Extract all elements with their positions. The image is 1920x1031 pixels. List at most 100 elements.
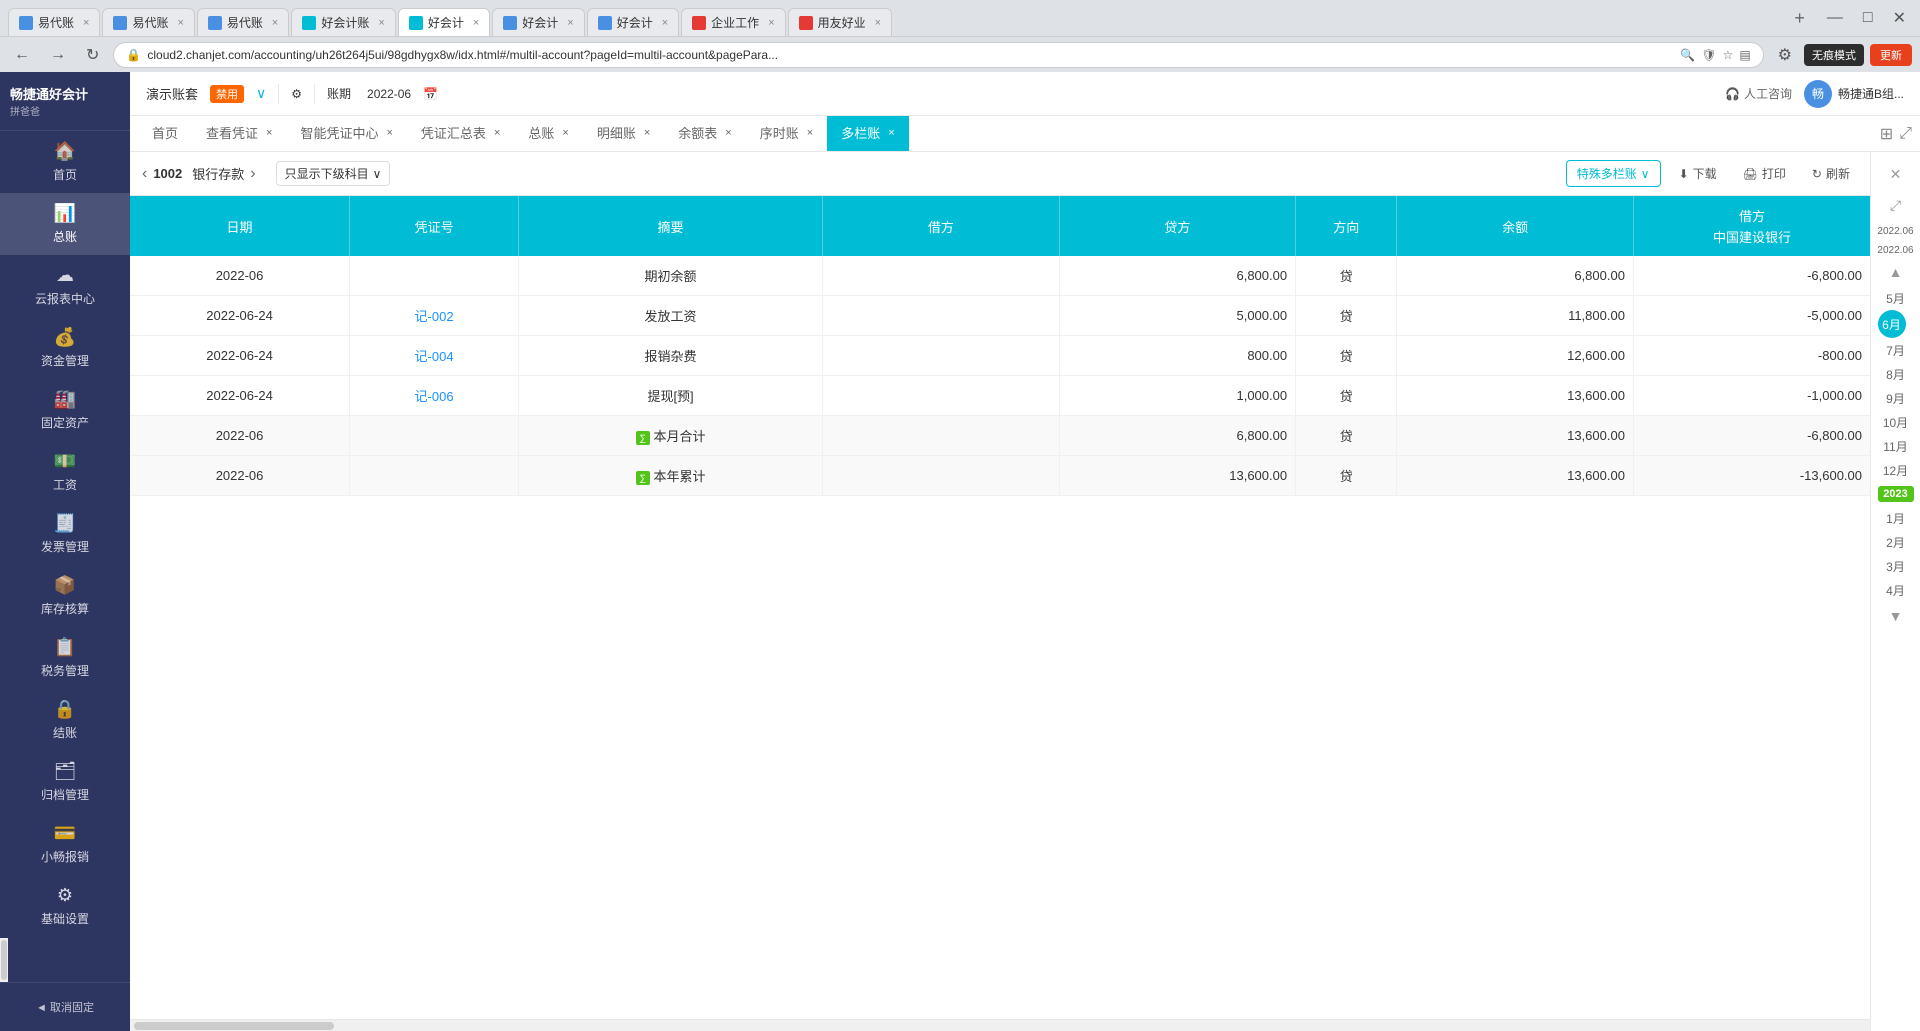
sidebar-item-expense[interactable]: 💳小畅报销 bbox=[0, 813, 130, 875]
month-item-5月[interactable]: 5月 bbox=[1878, 286, 1914, 310]
nav-tab-voucher[interactable]: 查看凭证× bbox=[192, 116, 286, 152]
print-button[interactable]: 🖨 打印 bbox=[1735, 161, 1794, 186]
month-item-12月[interactable]: 12月 bbox=[1878, 458, 1914, 482]
scroll-down-button[interactable]: ▼ bbox=[1885, 604, 1907, 628]
maximize-button[interactable]: □ bbox=[1857, 6, 1879, 30]
browser-tab-t2[interactable]: 易代账× bbox=[102, 8, 194, 36]
nav-tab-multi-ledger[interactable]: 多栏账× bbox=[827, 116, 908, 152]
month-item-2023-4月[interactable]: 4月 bbox=[1878, 578, 1914, 602]
download-button[interactable]: ⬇ 下载 bbox=[1671, 161, 1725, 186]
sub-account-filter[interactable]: 只显示下级科目 ∨ bbox=[276, 161, 391, 186]
nav-tab-home[interactable]: 首页 bbox=[138, 116, 192, 152]
month-item-2023-1月[interactable]: 1月 bbox=[1878, 506, 1914, 530]
settings-toolbar-item[interactable]: ⚙ bbox=[291, 87, 302, 101]
tab-close-t6[interactable]: × bbox=[567, 17, 573, 29]
month-item-8月[interactable]: 8月 bbox=[1878, 362, 1914, 386]
tab-close-t1[interactable]: × bbox=[83, 17, 89, 29]
new-tab-button[interactable]: + bbox=[1786, 8, 1813, 29]
sidebar-scrollbar[interactable] bbox=[0, 938, 8, 982]
nav-tab-close-balance[interactable]: × bbox=[725, 127, 731, 139]
tab-close-t3[interactable]: × bbox=[272, 17, 278, 29]
sidebar-item-guide[interactable]: 🎯新手引导 bbox=[0, 937, 130, 938]
address-bar[interactable]: 🔒 cloud2.chanjet.com/accounting/uh26t264… bbox=[113, 42, 1763, 68]
sidebar-scroll-thumb[interactable] bbox=[1, 940, 7, 980]
nav-tab-voucher-summary[interactable]: 凭证汇总表× bbox=[407, 116, 514, 152]
tab-collapse-button[interactable]: ⊞ ⤢ bbox=[1880, 124, 1912, 144]
nav-tab-sequence-ledger[interactable]: 序时账× bbox=[746, 116, 827, 152]
month-item-2023-2月[interactable]: 2月 bbox=[1878, 530, 1914, 554]
update-button[interactable]: 更新 bbox=[1870, 44, 1912, 66]
sidebar-item-home[interactable]: 🏠首页 bbox=[0, 131, 130, 193]
month-item-7月[interactable]: 7月 bbox=[1878, 338, 1914, 362]
next-account-button[interactable]: › bbox=[250, 165, 255, 183]
nav-tab-close-voucher[interactable]: × bbox=[266, 127, 272, 139]
sidebar-toggle-icon[interactable]: ▤ bbox=[1739, 48, 1750, 62]
cell-voucher[interactable]: 记-004 bbox=[350, 336, 519, 376]
nav-tab-close-detail-ledger[interactable]: × bbox=[644, 127, 650, 139]
calendar-icon[interactable]: 📅 bbox=[423, 87, 438, 101]
tab-close-t9[interactable]: × bbox=[875, 17, 881, 29]
cell-voucher[interactable]: 记-006 bbox=[350, 376, 519, 416]
minimize-button[interactable]: — bbox=[1821, 6, 1849, 30]
month-item-6月[interactable]: 6月 bbox=[1878, 310, 1906, 338]
nav-tab-balance[interactable]: 余额表× bbox=[664, 116, 745, 152]
sidebar-item-invoice[interactable]: 🧾发票管理 bbox=[0, 503, 130, 565]
month-item-11月[interactable]: 11月 bbox=[1878, 434, 1914, 458]
extension-icon[interactable]: 🛡 bbox=[1701, 48, 1716, 62]
sidebar-item-funds[interactable]: 💰资金管理 bbox=[0, 317, 130, 379]
cell-voucher[interactable]: 记-002 bbox=[350, 296, 519, 336]
refresh-browser-button[interactable]: ↻ bbox=[80, 43, 105, 67]
special-multicolumn-button[interactable]: 特殊多栏账 ∨ bbox=[1566, 160, 1661, 187]
browser-tab-t8[interactable]: 企业工作× bbox=[681, 8, 785, 36]
browser-tab-t7[interactable]: 好会计× bbox=[587, 8, 679, 36]
tab-close-t5[interactable]: × bbox=[473, 17, 479, 29]
prev-account-button[interactable]: ‹ bbox=[142, 165, 147, 183]
back-button[interactable]: ← bbox=[8, 44, 36, 66]
incognito-button[interactable]: 无痕模式 bbox=[1804, 44, 1864, 66]
sidebar-item-archive[interactable]: 🗂归档管理 bbox=[0, 751, 130, 813]
nav-tab-close-multi-ledger[interactable]: × bbox=[888, 127, 894, 139]
nav-tab-close-voucher-summary[interactable]: × bbox=[494, 127, 500, 139]
scroll-up-button[interactable]: ▲ bbox=[1885, 260, 1907, 284]
month-item-2023-3月[interactable]: 3月 bbox=[1878, 554, 1914, 578]
sidebar-item-reports[interactable]: ☁云报表中心 bbox=[0, 255, 130, 317]
pin-button[interactable]: ◄ 取消固定 bbox=[10, 993, 120, 1021]
user-info[interactable]: 畅 畅捷通B组... bbox=[1804, 80, 1904, 108]
expand-panel-button[interactable]: ⤢ bbox=[1884, 191, 1907, 220]
sidebar-item-salary[interactable]: 💵工资 bbox=[0, 441, 130, 503]
tab-close-t8[interactable]: × bbox=[768, 17, 774, 29]
nav-tab-detail-ledger[interactable]: 明细账× bbox=[583, 116, 664, 152]
browser-tab-t4[interactable]: 好会计账× bbox=[291, 8, 395, 36]
bottom-scrollbar[interactable] bbox=[130, 1019, 1870, 1031]
service-button[interactable]: 🎧 人工咨询 bbox=[1725, 85, 1792, 102]
browser-tab-t6[interactable]: 好会计× bbox=[492, 8, 584, 36]
sidebar-item-inventory[interactable]: 📦库存核算 bbox=[0, 565, 130, 627]
sidebar-item-tax[interactable]: 📋税务管理 bbox=[0, 627, 130, 689]
browser-tab-t5[interactable]: 好会计× bbox=[398, 8, 490, 36]
nav-tab-general-ledger[interactable]: 总账× bbox=[514, 116, 582, 152]
sidebar-item-ledger[interactable]: 📊总账 bbox=[0, 193, 130, 255]
tab-close-t7[interactable]: × bbox=[662, 17, 668, 29]
browser-tab-t3[interactable]: 易代账× bbox=[197, 8, 289, 36]
close-browser-button[interactable]: ✕ bbox=[1887, 6, 1912, 30]
month-item-9月[interactable]: 9月 bbox=[1878, 386, 1914, 410]
forward-button[interactable]: → bbox=[44, 44, 72, 66]
nav-tab-close-smart-voucher[interactable]: × bbox=[386, 127, 392, 139]
sidebar-item-close[interactable]: 🔒结账 bbox=[0, 689, 130, 751]
dropdown-icon[interactable]: ∨ bbox=[256, 85, 266, 102]
extensions-button[interactable]: ⚙ bbox=[1772, 43, 1798, 67]
search-icon[interactable]: 🔍 bbox=[1680, 48, 1695, 62]
refresh-ledger-button[interactable]: ↻ 刷新 bbox=[1804, 161, 1858, 186]
tab-close-t2[interactable]: × bbox=[177, 17, 183, 29]
scroll-thumb[interactable] bbox=[134, 1022, 334, 1030]
sidebar-item-settings[interactable]: ⚙基础设置 bbox=[0, 875, 130, 937]
browser-tab-t9[interactable]: 用友好业× bbox=[788, 8, 892, 36]
collapse-panel-button[interactable]: ✕ bbox=[1884, 160, 1908, 189]
tab-close-t4[interactable]: × bbox=[378, 17, 384, 29]
nav-tab-close-sequence-ledger[interactable]: × bbox=[807, 127, 813, 139]
sidebar-item-assets[interactable]: 🏭固定资产 bbox=[0, 379, 130, 441]
nav-tab-close-general-ledger[interactable]: × bbox=[562, 127, 568, 139]
browser-tab-t1[interactable]: 易代账× bbox=[8, 8, 100, 36]
bookmark-icon[interactable]: ☆ bbox=[1723, 48, 1734, 62]
month-item-10月[interactable]: 10月 bbox=[1878, 410, 1914, 434]
